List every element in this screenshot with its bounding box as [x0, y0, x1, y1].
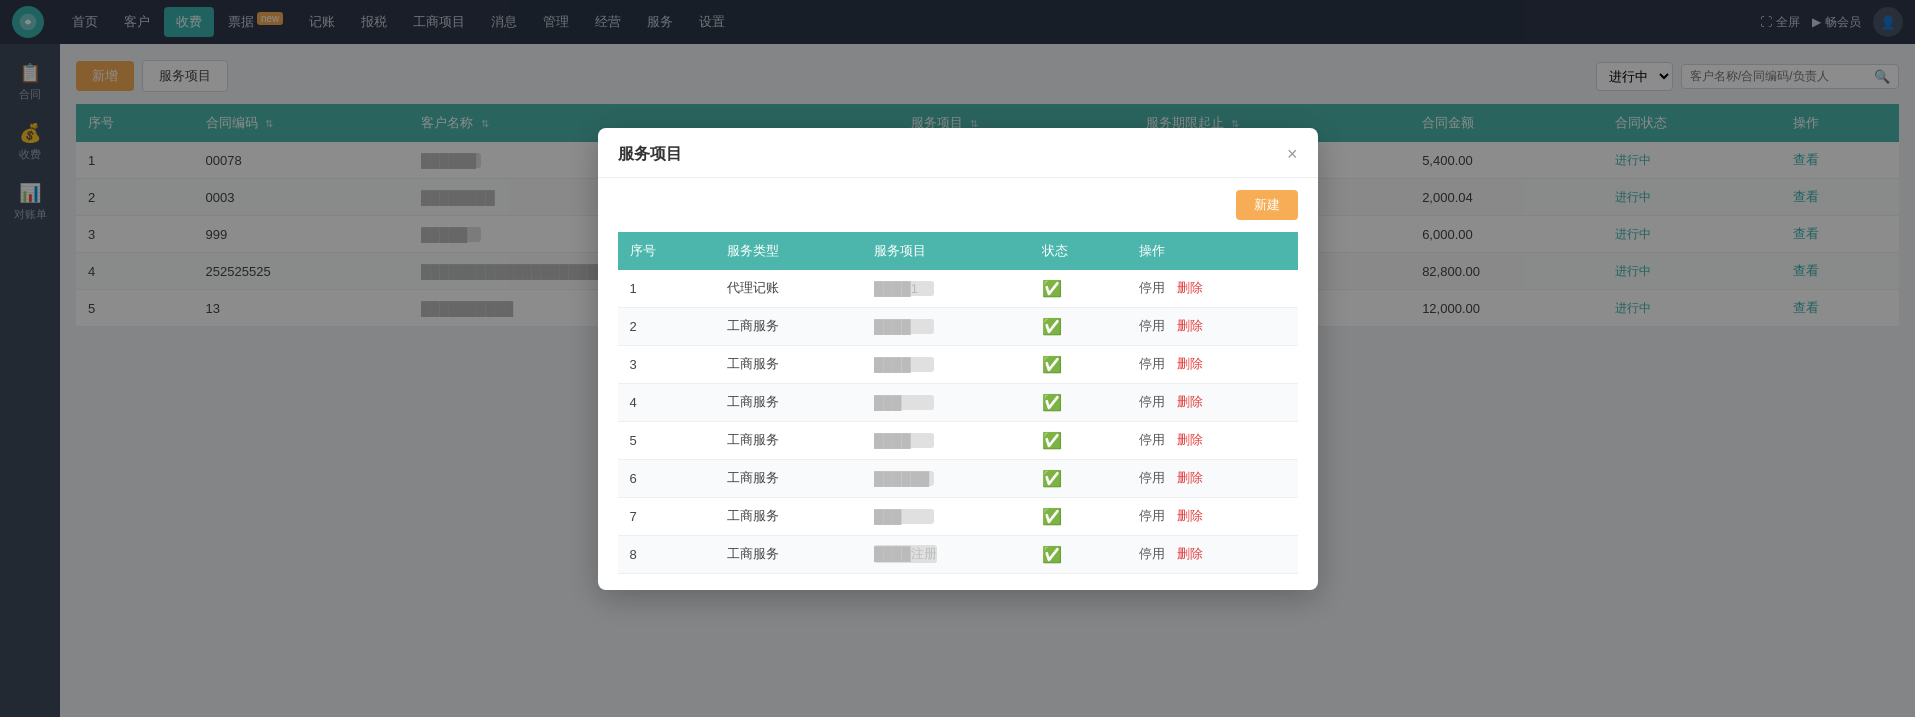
delete-button[interactable]: 删除: [1177, 546, 1203, 561]
list-item: 2 工商服务 ████ ✅ 停用 删除: [618, 307, 1298, 345]
status-check-icon: ✅: [1042, 470, 1062, 487]
list-item: 7 工商服务 ███ ✅ 停用 删除: [618, 497, 1298, 535]
service-items-modal: 服务项目 × 新建 序号 服务类型 服务项目 状态 操作 1 代理记账 ████…: [598, 128, 1318, 590]
service-cell-action: 停用 删除: [1127, 459, 1297, 497]
service-table-body: 1 代理记账 ████1 ✅ 停用 删除 2 工商服务 ████ ✅ 停用 删除…: [618, 270, 1298, 574]
service-cell-item: ████1: [862, 270, 1030, 308]
service-cell-type: 工商服务: [715, 345, 862, 383]
modal-close-button[interactable]: ×: [1287, 145, 1298, 163]
delete-button[interactable]: 删除: [1177, 394, 1203, 409]
status-check-icon: ✅: [1042, 508, 1062, 525]
service-cell-action: 停用 删除: [1127, 270, 1297, 308]
delete-button[interactable]: 删除: [1177, 470, 1203, 485]
service-col-item: 服务项目: [862, 232, 1030, 270]
service-cell-seq: 7: [618, 497, 715, 535]
status-check-icon: ✅: [1042, 546, 1062, 563]
service-cell-seq: 4: [618, 383, 715, 421]
modal-header: 服务项目 ×: [598, 128, 1318, 178]
list-item: 4 工商服务 ███ ✅ 停用 删除: [618, 383, 1298, 421]
service-cell-item: ████: [862, 307, 1030, 345]
service-cell-action: 停用 删除: [1127, 497, 1297, 535]
status-check-icon: ✅: [1042, 432, 1062, 449]
modal-title: 服务项目: [618, 144, 682, 165]
service-cell-status: ✅: [1030, 421, 1127, 459]
modal-toolbar: 新建: [598, 178, 1318, 232]
service-cell-seq: 5: [618, 421, 715, 459]
service-cell-status: ✅: [1030, 497, 1127, 535]
list-item: 5 工商服务 ████ ✅ 停用 删除: [618, 421, 1298, 459]
service-cell-status: ✅: [1030, 535, 1127, 573]
disable-button[interactable]: 停用: [1139, 470, 1165, 485]
service-cell-status: ✅: [1030, 383, 1127, 421]
service-cell-action: 停用 删除: [1127, 345, 1297, 383]
service-col-type: 服务类型: [715, 232, 862, 270]
service-col-action: 操作: [1127, 232, 1297, 270]
disable-button[interactable]: 停用: [1139, 546, 1165, 561]
delete-button[interactable]: 删除: [1177, 432, 1203, 447]
disable-button[interactable]: 停用: [1139, 280, 1165, 295]
service-cell-status: ✅: [1030, 270, 1127, 308]
service-cell-type: 工商服务: [715, 535, 862, 573]
disable-button[interactable]: 停用: [1139, 432, 1165, 447]
disable-button[interactable]: 停用: [1139, 508, 1165, 523]
service-cell-action: 停用 删除: [1127, 307, 1297, 345]
delete-button[interactable]: 删除: [1177, 508, 1203, 523]
status-check-icon: ✅: [1042, 280, 1062, 297]
service-cell-type: 工商服务: [715, 459, 862, 497]
delete-button[interactable]: 删除: [1177, 280, 1203, 295]
service-cell-status: ✅: [1030, 307, 1127, 345]
service-cell-item: ███: [862, 383, 1030, 421]
service-cell-seq: 3: [618, 345, 715, 383]
service-cell-seq: 2: [618, 307, 715, 345]
service-cell-type: 代理记账: [715, 270, 862, 308]
delete-button[interactable]: 删除: [1177, 356, 1203, 371]
list-item: 8 工商服务 ████注册 ✅ 停用 删除: [618, 535, 1298, 573]
service-cell-type: 工商服务: [715, 497, 862, 535]
service-cell-item: ████: [862, 421, 1030, 459]
service-cell-item: ███: [862, 497, 1030, 535]
service-cell-status: ✅: [1030, 345, 1127, 383]
delete-button[interactable]: 删除: [1177, 318, 1203, 333]
status-check-icon: ✅: [1042, 394, 1062, 411]
service-cell-item: ████: [862, 345, 1030, 383]
service-table-header: 序号 服务类型 服务项目 状态 操作: [618, 232, 1298, 270]
service-cell-action: 停用 删除: [1127, 383, 1297, 421]
disable-button[interactable]: 停用: [1139, 318, 1165, 333]
service-cell-seq: 6: [618, 459, 715, 497]
status-check-icon: ✅: [1042, 318, 1062, 335]
service-cell-action: 停用 删除: [1127, 421, 1297, 459]
service-cell-item: ████注册: [862, 535, 1030, 573]
service-cell-seq: 8: [618, 535, 715, 573]
service-cell-type: 工商服务: [715, 383, 862, 421]
modal-body: 序号 服务类型 服务项目 状态 操作 1 代理记账 ████1 ✅ 停用 删除 …: [598, 232, 1318, 590]
list-item: 6 工商服务 ██████ ✅ 停用 删除: [618, 459, 1298, 497]
list-item: 3 工商服务 ████ ✅ 停用 删除: [618, 345, 1298, 383]
status-check-icon: ✅: [1042, 356, 1062, 373]
list-item: 1 代理记账 ████1 ✅ 停用 删除: [618, 270, 1298, 308]
service-cell-item: ██████: [862, 459, 1030, 497]
modal-new-button[interactable]: 新建: [1236, 190, 1298, 220]
service-cell-status: ✅: [1030, 459, 1127, 497]
service-col-status: 状态: [1030, 232, 1127, 270]
service-cell-type: 工商服务: [715, 307, 862, 345]
service-cell-action: 停用 删除: [1127, 535, 1297, 573]
service-col-seq: 序号: [618, 232, 715, 270]
disable-button[interactable]: 停用: [1139, 394, 1165, 409]
disable-button[interactable]: 停用: [1139, 356, 1165, 371]
service-table: 序号 服务类型 服务项目 状态 操作 1 代理记账 ████1 ✅ 停用 删除 …: [618, 232, 1298, 574]
service-cell-seq: 1: [618, 270, 715, 308]
service-cell-type: 工商服务: [715, 421, 862, 459]
